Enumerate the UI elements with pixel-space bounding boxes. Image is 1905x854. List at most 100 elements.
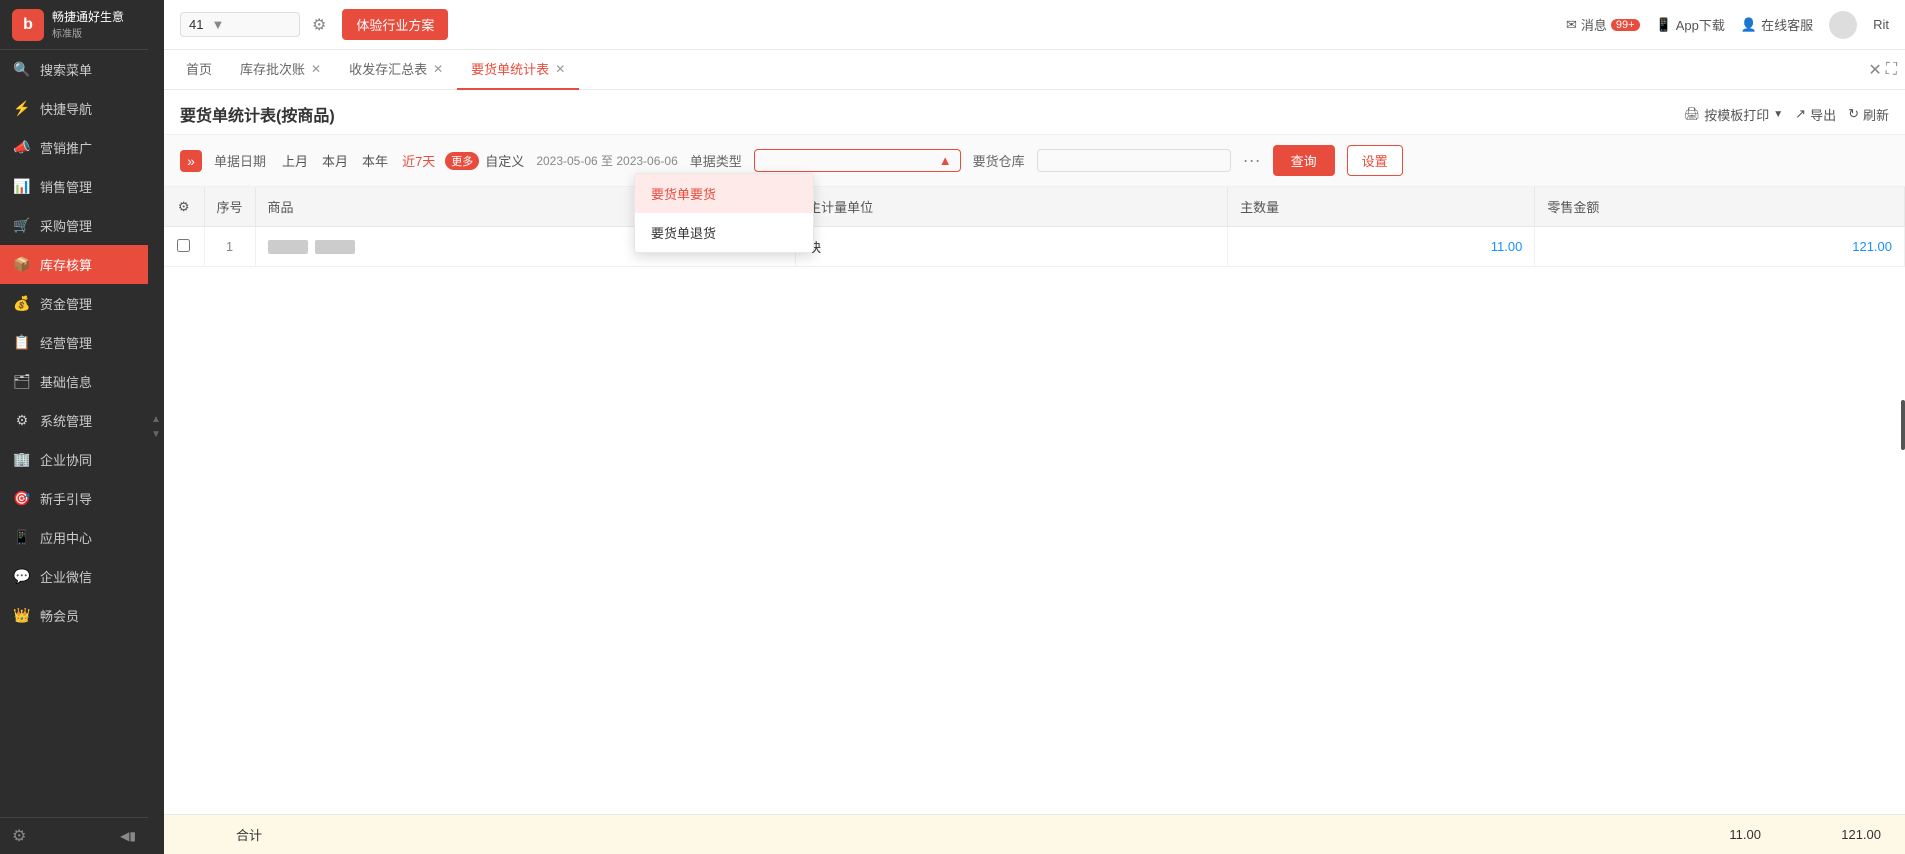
sidebar-scroll-arrows: ▲ ▼: [148, 0, 164, 854]
finance-icon: 💰: [12, 295, 32, 312]
topbar-msg[interactable]: ✉ 消息 99+: [1566, 15, 1640, 34]
sidebar-sales-label: 销售管理: [40, 177, 92, 196]
system-icon: ⚙: [12, 412, 32, 429]
tab-receivable[interactable]: 收发存汇总表 ✕: [335, 50, 457, 90]
print-btn[interactable]: 🖨 按模板打印 ▼: [1684, 105, 1783, 124]
row-unit: 块: [796, 227, 1228, 267]
user-name[interactable]: Rit: [1873, 17, 1889, 32]
enterprise-icon: 🏢: [12, 451, 32, 468]
sidebar-item-system[interactable]: ⚙ 系统管理: [0, 401, 148, 440]
sidebar-item-app-center[interactable]: 📱 应用中心: [0, 518, 148, 557]
type-input[interactable]: [763, 153, 939, 168]
sidebar-settings-btn[interactable]: ⚙: [12, 826, 26, 846]
sidebar-item-purchase[interactable]: 🛒 采购管理: [0, 206, 148, 245]
row-seq: 1: [204, 227, 255, 267]
dropdown-item-order-return[interactable]: 要货单退货: [635, 213, 813, 252]
wechat-icon: 💬: [12, 568, 32, 585]
data-table: ⚙ 序号 商品 主计量单位 主数量: [164, 187, 1905, 267]
sidebar-item-marketing[interactable]: 📣 营销推广: [0, 128, 148, 167]
sidebar-item-inventory[interactable]: 📦 库存核算: [0, 245, 148, 284]
tab-order-stats-close[interactable]: ✕: [555, 62, 565, 76]
sidebar-logo: b 畅捷通好生意 标准版: [0, 0, 148, 50]
tab-batch[interactable]: 库存批次账 ✕: [226, 50, 335, 90]
sidebar-wechat-label: 企业微信: [40, 567, 92, 586]
row-checkbox[interactable]: [164, 227, 204, 267]
sidebar-item-enterprise[interactable]: 🏢 企业协同: [0, 440, 148, 479]
refresh-btn[interactable]: ↻ 刷新: [1848, 105, 1889, 124]
sidebar-item-basic[interactable]: 🗂 基础信息: [0, 362, 148, 401]
sidebar-item-search[interactable]: 🔍 搜索菜单: [0, 50, 148, 89]
tab-home[interactable]: 首页: [172, 50, 226, 90]
topbar-gear-btn[interactable]: ⚙: [308, 11, 330, 39]
sidebar-vip-label: 畅会员: [40, 606, 79, 625]
row-amount[interactable]: 121.00: [1535, 227, 1905, 267]
app-subtitle: 标准版: [52, 25, 124, 40]
date-more[interactable]: 更多: [445, 152, 479, 170]
dropdown-item-order-goods[interactable]: 要货单要货: [635, 174, 813, 213]
type-dropdown-arrow[interactable]: ▲: [939, 153, 952, 168]
sidebar-collapse-btn[interactable]: ◀▮: [120, 829, 136, 843]
print-icon: 🖨: [1684, 106, 1701, 122]
export-label: 导出: [1810, 105, 1836, 124]
msg-icon: ✉: [1566, 17, 1577, 33]
sidebar-item-wechat[interactable]: 💬 企业微信: [0, 557, 148, 596]
warehouse-input[interactable]: [1046, 153, 1222, 168]
filter-expand-btn[interactable]: »: [180, 150, 202, 172]
app-label: App下载: [1676, 15, 1725, 34]
sidebar-item-finance[interactable]: 💰 资金管理: [0, 284, 148, 323]
sidebar-item-vip[interactable]: 👑 畅会员: [0, 596, 148, 635]
tab-batch-close[interactable]: ✕: [311, 62, 321, 76]
sidebar-system-label: 系统管理: [40, 411, 92, 430]
print-label: 按模板打印: [1704, 105, 1769, 124]
table-settings-icon[interactable]: ⚙: [178, 199, 190, 214]
company-dropdown-arrow: ▼: [211, 17, 224, 32]
date-prev[interactable]: 上月: [278, 150, 312, 171]
table-footer: 合计 11.00 121.00: [164, 814, 1905, 854]
date-shortcuts: 上月 本月 本年 近7天 更多 自定义: [278, 150, 524, 171]
col-settings[interactable]: ⚙: [164, 187, 204, 227]
query-btn[interactable]: 查询: [1273, 145, 1335, 176]
sidebar-item-operation[interactable]: 📋 经营管理: [0, 323, 148, 362]
topbar-app[interactable]: 📱 App下载: [1656, 15, 1725, 34]
tab-order-stats[interactable]: 要货单统计表 ✕: [457, 50, 579, 90]
date-custom[interactable]: 自定义: [485, 151, 524, 170]
sidebar-basic-label: 基础信息: [40, 372, 92, 391]
warehouse-label: 要货仓库: [973, 151, 1025, 170]
user-avatar[interactable]: [1829, 11, 1857, 39]
col-amount: 零售金额: [1535, 187, 1905, 227]
page-header-actions: 🖨 按模板打印 ▼ ↗ 导出 ↻ 刷新: [1684, 105, 1889, 124]
company-selector[interactable]: 41 ▼: [180, 12, 300, 37]
row-qty[interactable]: 11.00: [1228, 227, 1535, 267]
type-input-wrapper: ▲: [754, 149, 961, 172]
date-year[interactable]: 本年: [358, 150, 392, 171]
tab-close-all-btn[interactable]: ✕: [1868, 60, 1881, 80]
row-check[interactable]: [177, 239, 190, 252]
footer-amount: 121.00: [1773, 827, 1893, 842]
table-wrapper: ⚙ 序号 商品 主计量单位 主数量: [164, 187, 1905, 814]
warehouse-input-wrapper: [1037, 149, 1231, 172]
industry-btn[interactable]: 体验行业方案: [342, 9, 448, 40]
export-btn[interactable]: ↗ 导出: [1795, 105, 1836, 124]
filter-more-btn[interactable]: ···: [1243, 150, 1261, 171]
print-arrow: ▼: [1773, 109, 1783, 120]
scroll-up-arrow[interactable]: ▲: [151, 414, 161, 425]
sidebar-item-quick-nav[interactable]: ⚡ 快捷导航: [0, 89, 148, 128]
tab-receivable-close[interactable]: ✕: [433, 62, 443, 76]
product-blur-2: [315, 240, 355, 254]
sidebar-item-sales[interactable]: 📊 销售管理: [0, 167, 148, 206]
tab-expand-btn[interactable]: ⛶: [1886, 61, 1897, 79]
date-curr[interactable]: 本月: [318, 150, 352, 171]
tab-receivable-label: 收发存汇总表: [349, 59, 427, 78]
refresh-label: 刷新: [1863, 105, 1889, 124]
inventory-icon: 📦: [12, 256, 32, 273]
filter-settings-btn[interactable]: 设置: [1347, 145, 1403, 176]
company-name: 41: [189, 17, 203, 32]
product-blur-1: [268, 240, 308, 254]
date-7days[interactable]: 近7天: [398, 150, 439, 171]
topbar-service[interactable]: 👤 在线客服: [1741, 15, 1813, 34]
sidebar-item-guide[interactable]: 🎯 新手引导: [0, 479, 148, 518]
scroll-down-arrow[interactable]: ▼: [151, 429, 161, 440]
quick-nav-icon: ⚡: [12, 100, 32, 117]
col-unit: 主计量单位: [796, 187, 1228, 227]
purchase-icon: 🛒: [12, 217, 32, 234]
